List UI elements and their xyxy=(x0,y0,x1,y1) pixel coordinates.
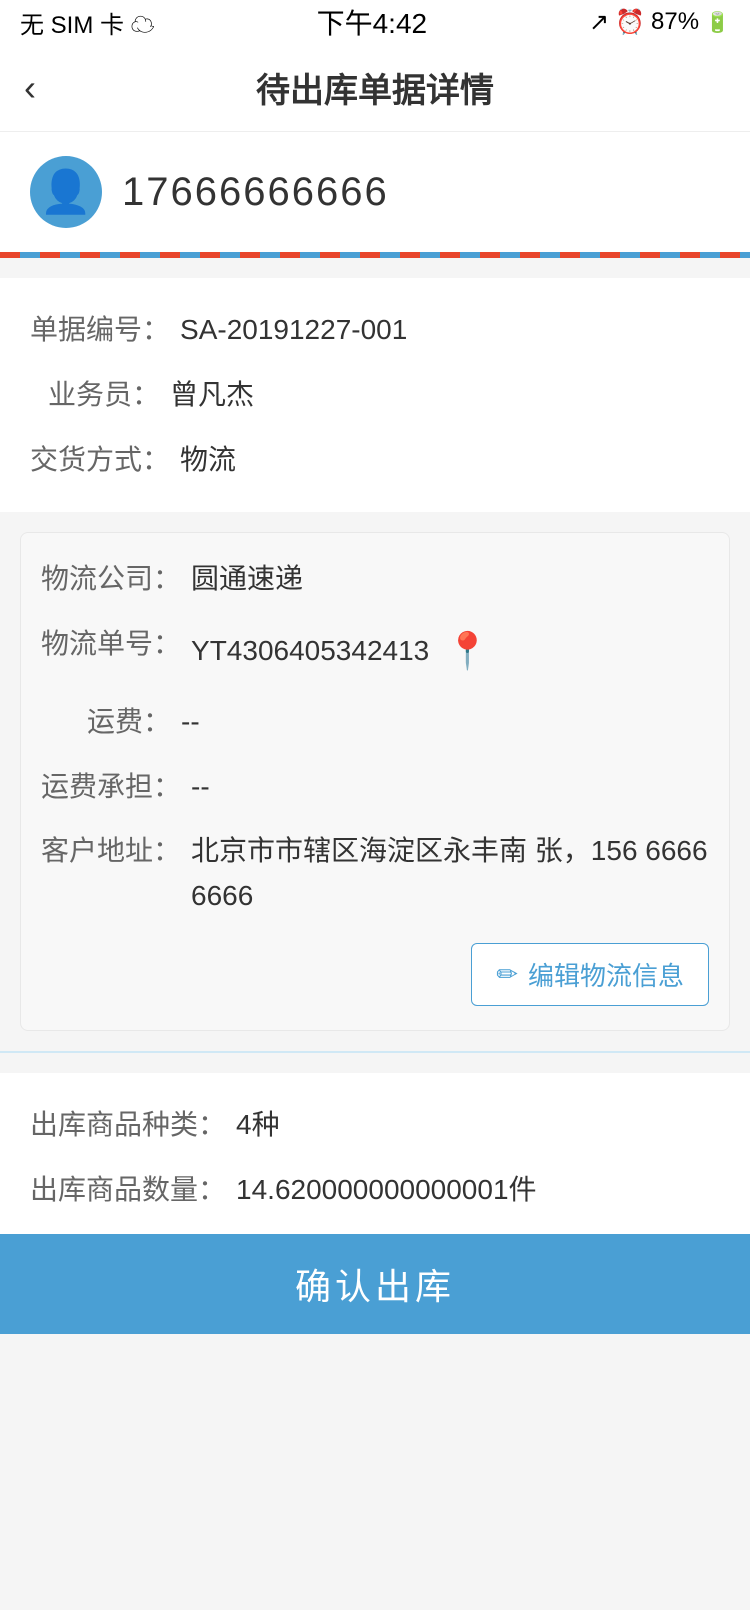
page-title: 待出库单据详情 xyxy=(256,63,494,112)
clock-icon: ⏰ xyxy=(615,8,645,37)
confirm-button-label: 确认出库 xyxy=(295,1258,455,1310)
edit-icon: ✏ xyxy=(496,959,518,990)
document-no-label: 单据编号： xyxy=(30,308,170,353)
goods-type-value: 4种 xyxy=(236,1103,720,1148)
goods-quantity-value: 14.620000000000001件 xyxy=(236,1168,720,1213)
sim-status: 无 SIM 卡 ☁ xyxy=(20,5,155,40)
goods-type-label: 出库商品种类： xyxy=(30,1103,226,1148)
freight-bearer-label: 运费承担： xyxy=(41,765,181,810)
goods-quantity-row: 出库商品数量： 14.620000000000001件 xyxy=(30,1168,720,1213)
logistics-company-row: 物流公司： 圆通速递 xyxy=(41,557,709,602)
edit-btn-container: ✏ 编辑物流信息 xyxy=(41,943,709,1006)
document-no-row: 单据编号： SA-20191227-001 xyxy=(30,308,720,353)
address-row: 客户地址： 北京市市辖区海淀区永丰南 张，156 6666 6666 xyxy=(41,829,709,919)
edit-button-label: 编辑物流信息 xyxy=(528,956,684,993)
confirm-button[interactable]: 确认出库 xyxy=(0,1234,750,1334)
salesperson-value: 曾凡杰 xyxy=(170,373,720,418)
freight-label: 运费： xyxy=(41,700,171,745)
delivery-method-label: 交货方式： xyxy=(30,438,170,483)
avatar: 👤 xyxy=(30,156,102,228)
tracking-no-value: YT4306405342413 📍 xyxy=(191,622,709,680)
tracking-no-text: YT4306405342413 xyxy=(191,629,429,674)
logistics-company-label: 物流公司： xyxy=(41,557,181,602)
status-bar: 无 SIM 卡 ☁ 下午4:42 ↗ ⏰ 87% 🔋 xyxy=(0,0,750,44)
salesperson-row: 业务员： 曾凡杰 xyxy=(30,373,720,418)
battery-icon: 🔋 xyxy=(705,10,730,35)
delivery-method-value: 物流 xyxy=(180,438,720,483)
goods-quantity-label: 出库商品数量： xyxy=(30,1168,226,1213)
freight-bearer-value: -- xyxy=(191,765,709,810)
logistics-card: 物流公司： 圆通速递 物流单号： YT4306405342413 📍 运费： -… xyxy=(20,532,730,1031)
address-label: 客户地址： xyxy=(41,829,181,874)
status-left: 无 SIM 卡 ☁ xyxy=(20,5,155,40)
address-value: 北京市市辖区海淀区永丰南 张，156 6666 6666 xyxy=(191,829,709,919)
freight-bearer-row: 运费承担： -- xyxy=(41,765,709,810)
logistics-company-value: 圆通速递 xyxy=(191,557,709,602)
status-right: ↗ ⏰ 87% 🔋 xyxy=(589,8,730,37)
phone-header: 👤 17666666666 xyxy=(0,132,750,252)
section-separator xyxy=(0,1051,750,1053)
nav-bar: ‹ 待出库单据详情 xyxy=(0,44,750,132)
battery-level: 87% xyxy=(651,8,699,36)
tracking-no-row: 物流单号： YT4306405342413 📍 xyxy=(41,622,709,680)
back-button[interactable]: ‹ xyxy=(24,67,36,109)
person-icon: 👤 xyxy=(40,171,92,213)
salesperson-label: 业务员： xyxy=(30,373,160,418)
goods-type-row: 出库商品种类： 4种 xyxy=(30,1103,720,1148)
document-no-value: SA-20191227-001 xyxy=(180,308,720,353)
freight-row: 运费： -- xyxy=(41,700,709,745)
location-icon[interactable]: 📍 xyxy=(445,622,490,680)
freight-value: -- xyxy=(181,700,709,745)
edit-logistics-button[interactable]: ✏ 编辑物流信息 xyxy=(471,943,709,1006)
empty-space xyxy=(0,1330,750,1510)
delivery-method-row: 交货方式： 物流 xyxy=(30,438,720,483)
location-status-icon: ↗ xyxy=(589,8,609,37)
basic-info-section: 单据编号： SA-20191227-001 业务员： 曾凡杰 交货方式： 物流 xyxy=(0,278,750,512)
phone-number: 17666666666 xyxy=(122,170,389,215)
tracking-no-label: 物流单号： xyxy=(41,622,181,667)
status-time: 下午4:42 xyxy=(317,2,428,42)
dashed-divider xyxy=(0,252,750,258)
